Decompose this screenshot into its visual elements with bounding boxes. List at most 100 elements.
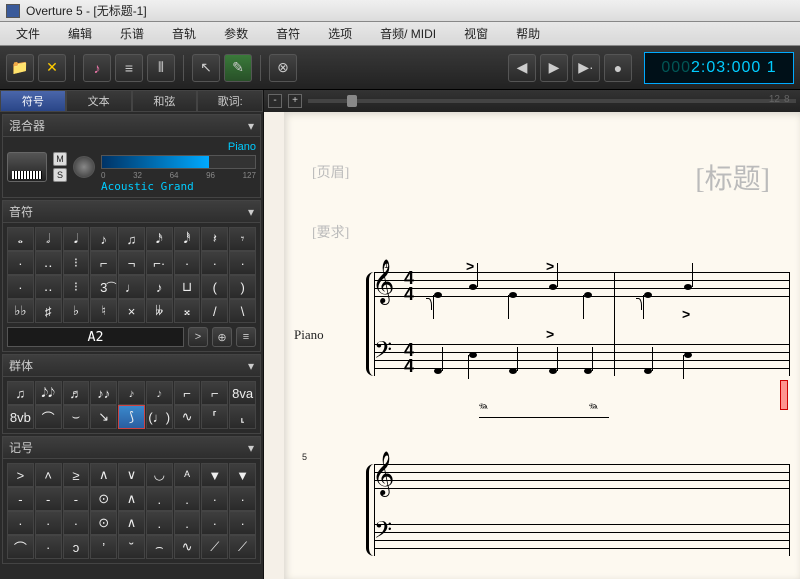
palette-cell[interactable]: 3͡: [90, 275, 117, 299]
note-button[interactable]: ♪: [83, 54, 111, 82]
palette-cell[interactable]: ‥: [35, 275, 62, 299]
palette-cell[interactable]: ⌐: [174, 381, 201, 405]
pencil-tool[interactable]: ✎: [224, 54, 252, 82]
palette-cell[interactable]: ∿: [174, 535, 201, 559]
menu-help[interactable]: 帮助: [502, 25, 554, 42]
palette-cell[interactable]: ·: [201, 251, 228, 275]
palette-cell[interactable]: ⟋: [201, 535, 228, 559]
palette-cell[interactable]: ⟋: [229, 535, 256, 559]
palette-cell[interactable]: -: [35, 487, 62, 511]
patch-name[interactable]: Acoustic Grand: [101, 180, 256, 193]
zoom-slider[interactable]: [308, 99, 796, 103]
palette-cell[interactable]: ⌒: [35, 405, 62, 429]
palette-cell[interactable]: .: [174, 511, 201, 535]
palette-cell[interactable]: >: [7, 463, 34, 487]
palette-cell[interactable]: -: [7, 487, 34, 511]
staff-treble[interactable]: 𝄞 44 > > >: [374, 272, 790, 304]
mute-button[interactable]: M: [53, 152, 67, 166]
palette-cell[interactable]: ♪: [90, 227, 117, 251]
record-button[interactable]: ●: [604, 54, 632, 82]
collapse-icon[interactable]: ▾: [248, 437, 254, 458]
tab-chords[interactable]: 和弦: [132, 90, 198, 112]
palette-cell[interactable]: ɔ: [63, 535, 90, 559]
collapse-icon[interactable]: ▾: [248, 355, 254, 376]
palette-cell[interactable]: ‥: [35, 251, 62, 275]
palette-cell[interactable]: ⁝: [63, 275, 90, 299]
palette-cell[interactable]: ⌐: [90, 251, 117, 275]
palette-cell[interactable]: 𝅘𝅥𝅰: [174, 227, 201, 251]
palette-cell[interactable]: ∧: [118, 511, 145, 535]
palette-cell[interactable]: .: [146, 511, 173, 535]
list-button[interactable]: ≡: [115, 54, 143, 82]
palette-cell[interactable]: ˘: [118, 535, 145, 559]
palette-cell[interactable]: ♭♭: [7, 299, 34, 323]
palette-cell[interactable]: 𝄫: [146, 299, 173, 323]
palette-cell[interactable]: 𝆔: [118, 381, 145, 405]
palette-cell[interactable]: 8va: [229, 381, 256, 405]
zoom-in[interactable]: +: [288, 94, 302, 108]
palette-cell[interactable]: 𝅗𝅥: [35, 227, 62, 251]
palette-cell[interactable]: ’: [90, 535, 117, 559]
menu-edit[interactable]: 编辑: [54, 25, 106, 42]
pan-knob[interactable]: [73, 156, 95, 178]
palette-cell[interactable]: ▼: [201, 463, 228, 487]
palette-cell[interactable]: ·: [201, 487, 228, 511]
palette-cell[interactable]: ·: [35, 535, 62, 559]
palette-cell[interactable]: ≥: [63, 463, 90, 487]
palette-cell[interactable]: ∨: [118, 463, 145, 487]
palette-cell[interactable]: ⌒: [7, 535, 34, 559]
menu-params[interactable]: 参数: [210, 25, 262, 42]
note-input[interactable]: [7, 327, 184, 347]
palette-cell[interactable]: \: [229, 299, 256, 323]
palette-cell[interactable]: ᴬ: [174, 463, 201, 487]
palette-cell[interactable]: ·: [7, 511, 34, 535]
palette-cell[interactable]: ◡: [146, 463, 173, 487]
palette-cell[interactable]: ⌐·: [146, 251, 173, 275]
palette-cell[interactable]: ·: [7, 275, 34, 299]
palette-cell[interactable]: ∧: [118, 487, 145, 511]
input-menu[interactable]: ≡: [236, 327, 256, 347]
palette-cell[interactable]: ·: [35, 511, 62, 535]
palette-cell[interactable]: 𝅘𝅥: [63, 227, 90, 251]
palette-cell[interactable]: ♫: [118, 227, 145, 251]
palette-cell[interactable]: ∿: [174, 405, 201, 429]
palette-cell[interactable]: ♯: [35, 299, 62, 323]
palette-cell[interactable]: 𝄪: [174, 299, 201, 323]
palette-cell[interactable]: ♪♪: [90, 381, 117, 405]
palette-cell[interactable]: ⸤: [229, 405, 256, 429]
palette-cell[interactable]: ·: [174, 251, 201, 275]
title-placeholder[interactable]: [标题]: [695, 157, 770, 197]
palette-cell[interactable]: ×: [118, 299, 145, 323]
page-header-placeholder[interactable]: [页眉]: [312, 162, 349, 182]
palette-cell[interactable]: ·: [229, 251, 256, 275]
palette-cell[interactable]: ⟆: [118, 405, 145, 429]
palette-cell[interactable]: ♩: [118, 275, 145, 299]
palette-cell[interactable]: (♩): [146, 405, 173, 429]
palette-cell[interactable]: ·: [229, 511, 256, 535]
menu-file[interactable]: 文件: [2, 25, 54, 42]
prev-button[interactable]: ◀: [508, 54, 536, 82]
palette-cell[interactable]: ·: [201, 511, 228, 535]
palette-cell[interactable]: ♪: [146, 275, 173, 299]
palette-cell[interactable]: ¬: [118, 251, 145, 275]
collapse-icon[interactable]: ▾: [248, 115, 254, 136]
collapse-icon[interactable]: ▾: [248, 201, 254, 222]
close-button[interactable]: ⊗: [269, 54, 297, 82]
menu-track[interactable]: 音轨: [158, 25, 210, 42]
play-button[interactable]: ▶: [540, 54, 568, 82]
arrow-tool[interactable]: ↖: [192, 54, 220, 82]
palette-cell[interactable]: ∧: [90, 463, 117, 487]
menu-notes[interactable]: 音符: [262, 25, 314, 42]
palette-cell[interactable]: (: [201, 275, 228, 299]
palette-cell[interactable]: ˄: [35, 463, 62, 487]
menu-score[interactable]: 乐谱: [106, 25, 158, 42]
folder-button[interactable]: 📁: [6, 54, 34, 82]
palette-cell[interactable]: /: [201, 299, 228, 323]
palette-cell[interactable]: ⊙: [90, 511, 117, 535]
solo-button[interactable]: S: [53, 168, 67, 182]
instrument-image[interactable]: [7, 152, 47, 182]
tab-symbols[interactable]: 符号: [0, 90, 66, 112]
menu-audio-midi[interactable]: 音频/ MIDI: [366, 25, 450, 42]
palette-cell[interactable]: ⊔: [174, 275, 201, 299]
palette-cell[interactable]: ⌢: [146, 535, 173, 559]
